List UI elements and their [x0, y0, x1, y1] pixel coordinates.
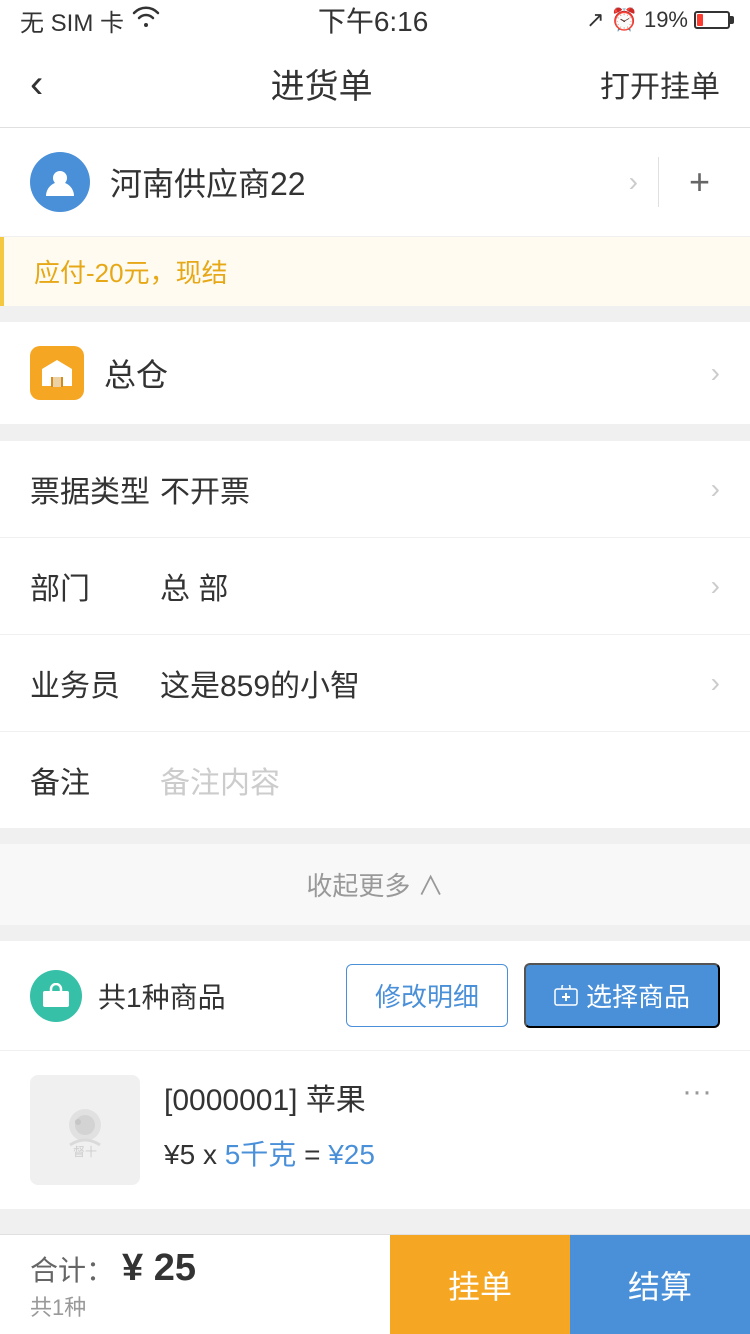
product-item: 督十 [0000001] 苹果 ¥5 x 5千克 = ¥25 ··· — [0, 1051, 750, 1209]
back-button[interactable]: ‹ — [30, 64, 43, 104]
remark-input[interactable]: 备注内容 — [160, 758, 720, 802]
checkout-label: 结算 — [628, 1262, 692, 1308]
time-label: 下午6:16 — [318, 0, 429, 40]
product-code: [0000001] — [164, 1084, 297, 1117]
status-bar: 无 SIM 卡 下午6:16 ↗ ⏰ 19% — [0, 0, 750, 40]
dept-value: 总 部 — [160, 564, 701, 608]
divider — [658, 157, 659, 207]
product-name: [0000001] 苹果 — [164, 1075, 674, 1119]
total-label: 合计： — [30, 1249, 114, 1289]
equals-sign: = — [304, 1139, 328, 1170]
status-right: ↗ ⏰ 19% — [586, 7, 730, 33]
warehouse-icon — [30, 346, 84, 400]
carrier-label: 无 SIM 卡 — [20, 3, 124, 38]
page-title: 进货单 — [271, 59, 373, 108]
total-amount: ¥ 25 — [122, 1247, 196, 1290]
sales-label: 业务员 — [30, 661, 160, 705]
battery-icon — [694, 11, 730, 29]
supplier-chevron-icon: › — [629, 166, 638, 198]
supplier-avatar — [30, 152, 90, 212]
battery-percent: 19% — [644, 7, 688, 33]
sales-chevron-icon: › — [711, 667, 720, 699]
quantity: 5千克 — [225, 1139, 297, 1170]
warehouse-name: 总仓 — [104, 350, 701, 396]
warehouse-row[interactable]: 总仓 › — [0, 322, 750, 424]
invoice-row[interactable]: 票据类型 不开票 › — [0, 440, 750, 537]
multiply-sign: x — [203, 1139, 225, 1170]
sales-row[interactable]: 业务员 这是859的小智 › — [0, 634, 750, 731]
edit-detail-button[interactable]: 修改明细 — [346, 964, 508, 1027]
invoice-value: 不开票 — [160, 467, 701, 511]
more-options-button[interactable]: ··· — [674, 1075, 720, 1109]
supplier-section: 河南供应商22 › + 应付-20元，现结 — [0, 128, 750, 306]
invoice-chevron-icon: › — [711, 473, 720, 505]
total-area: 合计： ¥ 25 共1种 — [0, 1235, 390, 1334]
subtotal: ¥25 — [328, 1139, 375, 1170]
form-section: 票据类型 不开票 › 部门 总 部 › 业务员 这是859的小智 › 备注 备注… — [0, 440, 750, 828]
select-product-label: 选择商品 — [586, 977, 690, 1014]
product-icon — [30, 970, 82, 1022]
checkout-button[interactable]: 结算 — [570, 1235, 750, 1334]
supplier-row[interactable]: 河南供应商22 › + — [0, 128, 750, 237]
warehouse-chevron-icon: › — [711, 357, 720, 389]
dept-label: 部门 — [30, 564, 160, 608]
remark-label: 备注 — [30, 758, 160, 802]
svg-text:督十: 督十 — [73, 1144, 97, 1159]
location-icon: ↗ — [586, 7, 604, 33]
total-sub-label: 共1种 — [30, 1290, 196, 1322]
invoice-label: 票据类型 — [30, 467, 160, 511]
pending-button[interactable]: 挂单 — [390, 1235, 570, 1334]
content: 河南供应商22 › + 应付-20元，现结 总仓 › 票据类型 不开票 — [0, 128, 750, 1325]
status-left: 无 SIM 卡 — [20, 3, 160, 38]
unit-price: ¥5 — [164, 1139, 195, 1170]
nav-bar: ‹ 进货单 打开挂单 — [0, 40, 750, 128]
dept-chevron-icon: › — [711, 570, 720, 602]
pending-label: 挂单 — [448, 1262, 512, 1308]
product-title: 苹果 — [306, 1084, 366, 1117]
product-thumbnail: 督十 — [30, 1075, 140, 1185]
supplier-name: 河南供应商22 — [110, 159, 619, 205]
select-product-button[interactable]: 选择商品 — [524, 963, 720, 1028]
products-section: 共1种商品 修改明细 选择商品 督十 — [0, 941, 750, 1209]
alarm-icon: ⏰ — [611, 7, 638, 33]
product-header: 共1种商品 修改明细 选择商品 — [0, 941, 750, 1051]
product-count: 共1种商品 — [98, 976, 346, 1016]
product-price-row: ¥5 x 5千克 = ¥25 — [164, 1133, 674, 1173]
collapse-label: 收起更多 ∧ — [306, 866, 443, 903]
remark-row[interactable]: 备注 备注内容 — [0, 731, 750, 828]
product-info: [0000001] 苹果 ¥5 x 5千克 = ¥25 — [164, 1075, 674, 1173]
open-pending-button[interactable]: 打开挂单 — [600, 62, 720, 106]
supplier-notice: 应付-20元，现结 — [0, 237, 750, 306]
dept-row[interactable]: 部门 总 部 › — [0, 537, 750, 634]
bottom-bar: 合计： ¥ 25 共1种 挂单 结算 — [0, 1234, 750, 1334]
warehouse-section: 总仓 › — [0, 322, 750, 424]
add-supplier-button[interactable]: + — [679, 161, 720, 203]
wifi-icon — [132, 6, 160, 35]
collapse-row[interactable]: 收起更多 ∧ — [0, 844, 750, 925]
sales-value: 这是859的小智 — [160, 661, 701, 705]
